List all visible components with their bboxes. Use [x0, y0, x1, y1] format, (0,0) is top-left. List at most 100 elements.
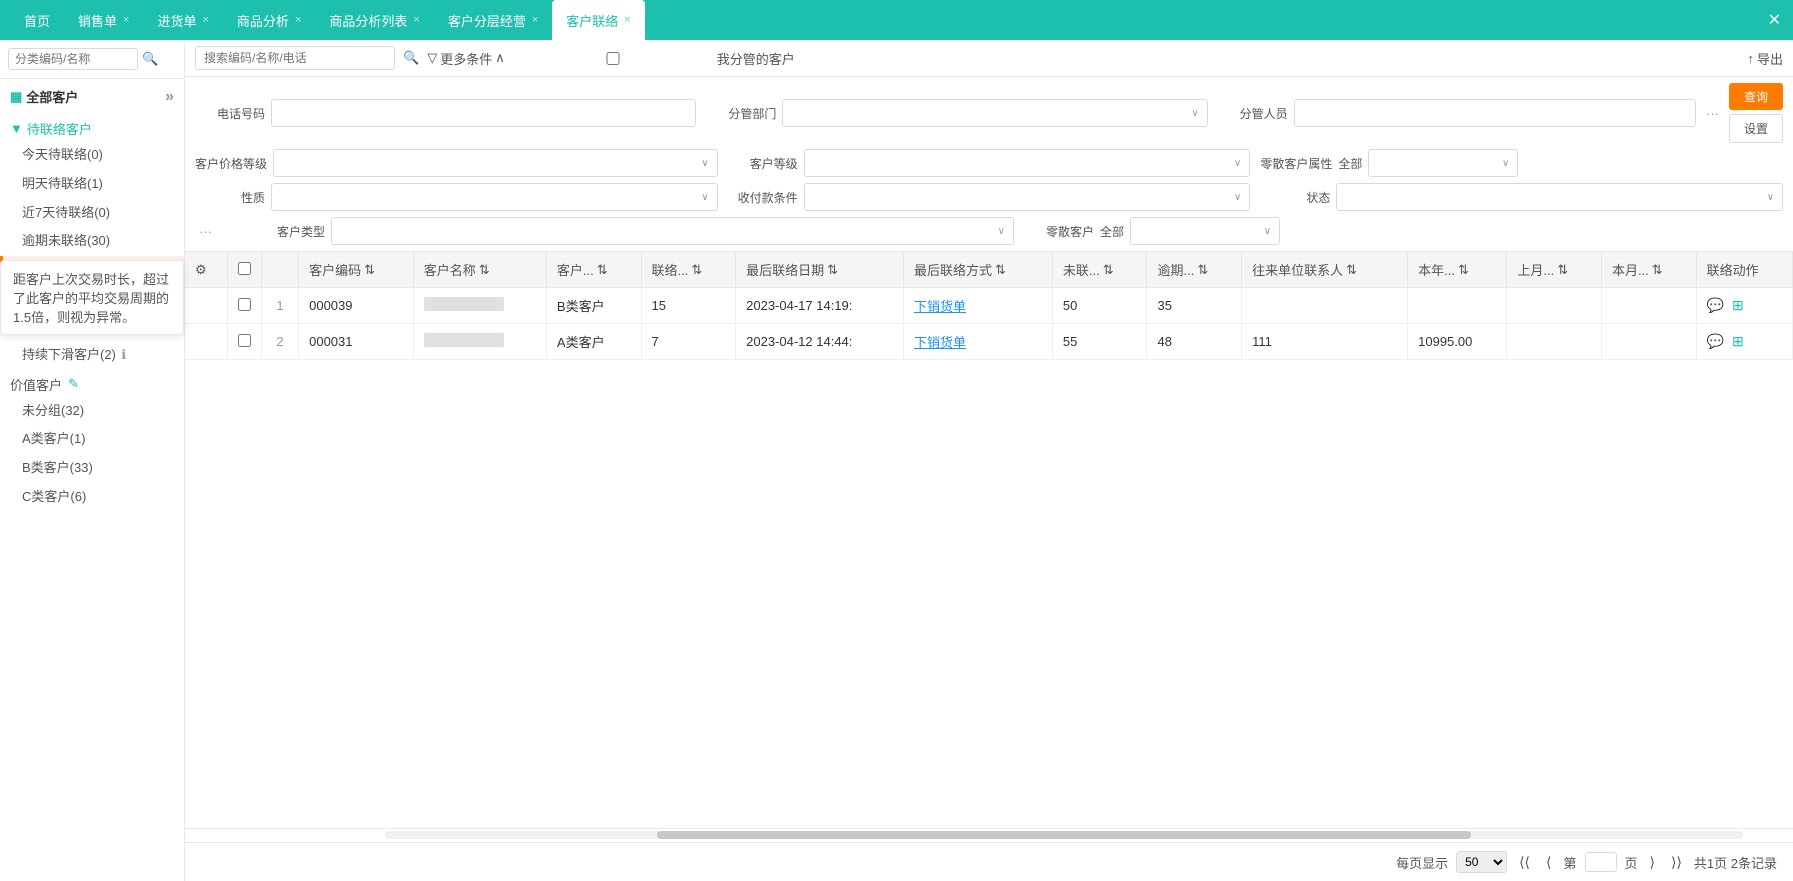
sidebar-search-icon[interactable]: 🔍: [142, 51, 158, 67]
row-this-year-cell: [1408, 288, 1507, 324]
close-icon[interactable]: ×: [624, 14, 630, 26]
person-input[interactable]: [1294, 99, 1696, 127]
th-name[interactable]: 客户名称⇅: [413, 252, 546, 288]
scatter-customer-label: 零散客户: [1024, 223, 1094, 240]
query-button[interactable]: 查询: [1729, 83, 1783, 110]
close-icon[interactable]: ×: [295, 14, 301, 26]
sidebar-item-a-class[interactable]: A类客户(1): [0, 425, 184, 454]
th-last-month[interactable]: 上月...⇅: [1507, 252, 1602, 288]
my-customer-check[interactable]: [513, 52, 713, 65]
window-close-button[interactable]: ✕: [1768, 10, 1781, 30]
my-customer-checkbox[interactable]: 我分管的客户: [513, 49, 795, 68]
sidebar-item-ungrouped[interactable]: 未分组(32): [0, 397, 184, 426]
close-icon[interactable]: ×: [123, 14, 129, 26]
sidebar-group-value[interactable]: 价值客户 ✎: [0, 370, 184, 397]
last-page-button[interactable]: ⟩⟩: [1667, 852, 1686, 873]
th-overdue[interactable]: 逾期...⇅: [1147, 252, 1242, 288]
chevron-down-icon: ∨: [998, 226, 1005, 237]
filter-search-icon[interactable]: 🔍: [403, 50, 419, 66]
row-checkbox[interactable]: [238, 334, 251, 347]
dots-button[interactable]: ···: [199, 224, 212, 239]
close-icon[interactable]: ×: [202, 14, 208, 26]
next-page-button[interactable]: ⟩: [1646, 852, 1659, 873]
sidebar-search-input[interactable]: [8, 48, 138, 70]
th-code[interactable]: 客户编码⇅: [299, 252, 414, 288]
collapse-icon[interactable]: »: [165, 88, 174, 106]
sidebar-item-declining[interactable]: 持续下滑客户(2) ℹ: [0, 341, 184, 370]
sidebar-item-7days[interactable]: 近7天待联络(0): [0, 199, 184, 228]
sidebar-item-b-class[interactable]: B类客户(33): [0, 454, 184, 483]
page-number-input[interactable]: 1: [1585, 852, 1617, 872]
sidebar-item-c-class[interactable]: C类客户(6): [0, 483, 184, 512]
chat-icon[interactable]: 💬: [1707, 297, 1724, 314]
th-this-year[interactable]: 本年...⇅: [1408, 252, 1507, 288]
status-select[interactable]: ∨: [1336, 183, 1783, 211]
dept-select[interactable]: ∨: [782, 99, 1207, 127]
close-icon[interactable]: ×: [413, 14, 419, 26]
more-dots-icon[interactable]: ···: [1706, 106, 1719, 121]
last-method-link[interactable]: 下销货单: [914, 335, 966, 350]
select-all-checkbox[interactable]: [238, 262, 251, 275]
nav-customer-layering[interactable]: 客户分层经营 ×: [434, 0, 552, 40]
payment-select[interactable]: ∨: [804, 183, 1251, 211]
nav-product-analysis[interactable]: 商品分析 ×: [223, 0, 315, 40]
th-type[interactable]: 客户...⇅: [546, 252, 641, 288]
table-row: 1 000039 B类客户 15 2023-04-17 14:19: 下销货单 …: [185, 288, 1793, 324]
prev-page-button[interactable]: ⟨: [1542, 852, 1555, 873]
info-icon-small[interactable]: ℹ: [121, 347, 126, 362]
chat-icon[interactable]: 💬: [1707, 333, 1724, 350]
sidebar-item-today[interactable]: 今天待联络(0): [0, 141, 184, 170]
nav-product-analysis-list[interactable]: 商品分析列表 ×: [315, 0, 433, 40]
th-settings[interactable]: ⚙: [185, 252, 227, 288]
nav-home[interactable]: 首页: [10, 0, 64, 40]
per-page-select[interactable]: 50 100 200: [1456, 851, 1507, 873]
scatter-customer-select[interactable]: ∨: [1130, 217, 1280, 245]
search-input[interactable]: [195, 46, 395, 70]
sidebar-group-pending[interactable]: ▼ 待联络客户: [0, 114, 184, 141]
th-contact-person[interactable]: 往来单位联系人⇅: [1242, 252, 1408, 288]
row-checkbox[interactable]: [238, 298, 251, 311]
sidebar-item-tomorrow[interactable]: 明天待联络(1): [0, 170, 184, 199]
filter-row-2: 客户价格等级 ∨ 客户等级 ∨ 零散客户属性 全部 ∨: [195, 149, 1783, 177]
horizontal-scrollbar[interactable]: [185, 828, 1793, 842]
th-last-date[interactable]: 最后联络日期⇅: [736, 252, 904, 288]
scrollbar-thumb[interactable]: [657, 831, 1472, 839]
nav-purchase[interactable]: 进货单 ×: [143, 0, 222, 40]
th-this-month[interactable]: 本月...⇅: [1601, 252, 1696, 288]
all-customers-header[interactable]: ▦ 全部客户 »: [0, 79, 184, 114]
th-last-method[interactable]: 最后联络方式⇅: [903, 252, 1052, 288]
sidebar: 🔍 ▦ 全部客户 » ▼ 待联络客户 今天待联络(0) 明天待联络(1) 近7天…: [0, 40, 185, 881]
filter-icon: ▽: [427, 50, 437, 66]
export-button[interactable]: ↑ 导出: [1747, 49, 1783, 68]
close-icon[interactable]: ×: [532, 14, 538, 26]
total-records-label: 共1页 2条记录: [1694, 853, 1777, 872]
chevron-down-icon: ∨: [1234, 192, 1241, 203]
chevron-down-icon: ∨: [701, 192, 708, 203]
price-grade-select[interactable]: ∨: [273, 149, 718, 177]
scatter-customer-value: 全部: [1100, 223, 1124, 240]
grid-action-icon[interactable]: ⊞: [1732, 333, 1744, 350]
settings-button[interactable]: 设置: [1729, 114, 1783, 143]
th-uncontacted[interactable]: 未联...⇅: [1052, 252, 1147, 288]
customer-type-select[interactable]: ∨: [331, 217, 1014, 245]
scatter-attr-select[interactable]: ∨: [1368, 149, 1518, 177]
row-this-month-cell: [1601, 288, 1696, 324]
row-settings-cell: [185, 324, 227, 360]
first-page-button[interactable]: ⟨⟨: [1515, 852, 1534, 873]
th-contact-count[interactable]: 联络...⇅: [641, 252, 736, 288]
last-method-link[interactable]: 下销货单: [914, 299, 966, 314]
nature-select[interactable]: ∨: [271, 183, 718, 211]
sort-icon: ⇅: [364, 262, 375, 278]
sidebar-item-overdue[interactable]: 逾期未联络(30): [0, 227, 184, 256]
settings-icon[interactable]: ⚙: [195, 262, 207, 277]
customer-grade-select[interactable]: ∨: [804, 149, 1251, 177]
row-last-date-cell: 2023-04-12 14:44:: [736, 324, 904, 360]
sort-icon: ⇅: [995, 262, 1006, 278]
grid-action-icon[interactable]: ⊞: [1732, 297, 1744, 314]
edit-icon[interactable]: ✎: [68, 376, 79, 392]
phone-input[interactable]: [271, 99, 696, 127]
more-conditions-button[interactable]: ▽ 更多条件 ∧: [427, 49, 505, 68]
sort-icon: ⇅: [827, 262, 838, 278]
nav-sales[interactable]: 销售单 ×: [64, 0, 143, 40]
nav-customer-contact[interactable]: 客户联络 ×: [552, 0, 644, 40]
